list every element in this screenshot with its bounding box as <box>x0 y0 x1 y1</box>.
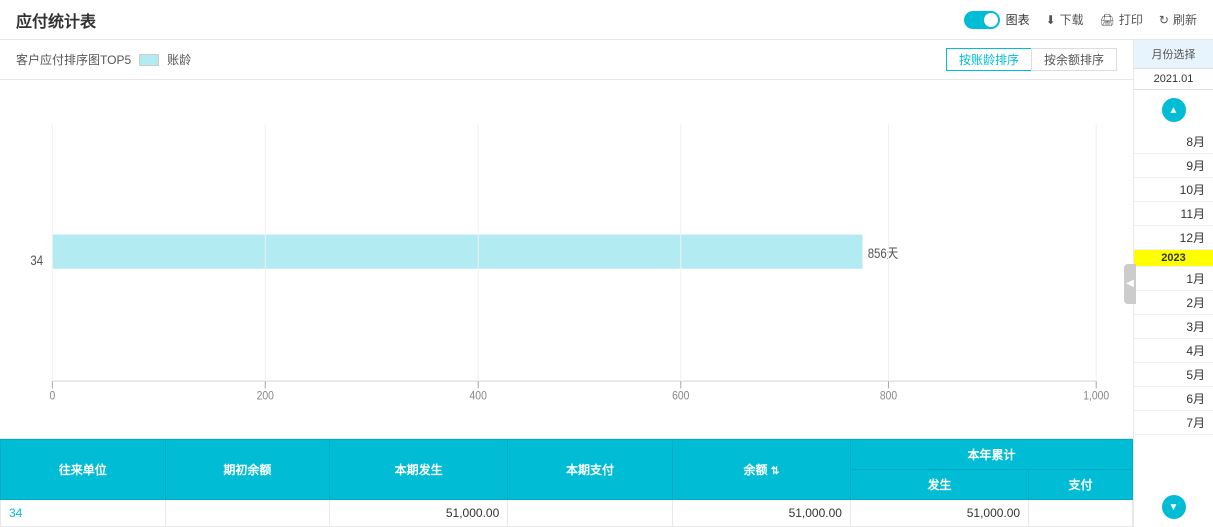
print-button[interactable]: 🖨 打印 <box>1100 11 1143 28</box>
sidebar-title: 月份选择 <box>1134 40 1213 69</box>
sort-by-age-button[interactable]: 按账龄排序 <box>946 48 1031 71</box>
main-content: 客户应付排序图TOP5 账龄 按账龄排序 按余额排序 34 856天 <box>0 40 1213 527</box>
page-title: 应付统计表 <box>16 8 96 32</box>
sidebar-item-jun[interactable]: 6月 <box>1134 387 1213 411</box>
cell-ytd-pay <box>1029 500 1133 527</box>
col-balance-header: 余额 ⇅ <box>672 440 850 500</box>
legend-text: 客户应付排序图TOP5 <box>16 51 131 68</box>
chart-area: 客户应付排序图TOP5 账龄 按账龄排序 按余额排序 34 856天 <box>0 40 1133 527</box>
sidebar-current-date: 2021.01 <box>1134 69 1213 90</box>
chart-wrapper: 34 856天 0 200 400 600 <box>0 80 1133 438</box>
chart-svg: 34 856天 0 200 400 600 <box>16 88 1117 430</box>
sidebar-item-oct[interactable]: 10月 <box>1134 178 1213 202</box>
sidebar-scroll-down-button[interactable]: ▼ <box>1162 495 1186 519</box>
sidebar-item-may[interactable]: 5月 <box>1134 363 1213 387</box>
table-area: 往来单位 期初余额 本期发生 本期支付 余额 ⇅ 本年累计 发生 <box>0 438 1133 527</box>
svg-text:856天: 856天 <box>868 246 899 261</box>
sidebar-scroll-up-button[interactable]: ▲ <box>1162 98 1186 122</box>
sidebar-year-2023: 2023 <box>1134 250 1213 267</box>
svg-text:200: 200 <box>257 390 274 403</box>
sidebar-item-feb[interactable]: 2月 <box>1134 291 1213 315</box>
download-button[interactable]: ⬇ 下载 <box>1046 11 1084 28</box>
cell-balance: 51,000.00 <box>672 500 850 527</box>
svg-text:800: 800 <box>880 390 897 403</box>
cell-opening <box>165 500 330 527</box>
svg-text:400: 400 <box>470 390 487 403</box>
sidebar-item-mar[interactable]: 3月 <box>1134 315 1213 339</box>
col-ytd-parent-header: 本年累计 <box>850 440 1132 470</box>
download-label: 下载 <box>1060 11 1084 28</box>
print-label: 打印 <box>1119 11 1143 28</box>
sidebar-collapse-button[interactable]: ◀ <box>1124 264 1136 304</box>
col-ytd-occur-header: 发生 <box>850 470 1028 500</box>
chart-header: 客户应付排序图TOP5 账龄 按账龄排序 按余额排序 <box>0 40 1133 80</box>
col-unit-header: 往来单位 <box>1 440 166 500</box>
print-icon: 🖨 <box>1100 13 1115 27</box>
data-table: 往来单位 期初余额 本期发生 本期支付 余额 ⇅ 本年累计 发生 <box>0 439 1133 527</box>
legend-label: 账龄 <box>167 51 191 68</box>
header: 应付统计表 图表 ⬇ 下载 🖨 打印 ↻ 刷新 <box>0 0 1213 40</box>
col-opening-header: 期初余额 <box>165 440 330 500</box>
unit-link[interactable]: 34 <box>9 506 22 520</box>
cell-pay <box>508 500 673 527</box>
refresh-button[interactable]: ↻ 刷新 <box>1159 11 1197 28</box>
col-occur-header: 本期发生 <box>330 440 508 500</box>
sidebar: ◀ 月份选择 2021.01 ▲ 8月 9月 10月 11月 12月 2023 … <box>1133 40 1213 527</box>
sidebar-item-nov[interactable]: 11月 <box>1134 202 1213 226</box>
cell-ytd-occur: 51,000.00 <box>850 500 1028 527</box>
refresh-icon: ↻ <box>1159 13 1169 27</box>
col-ytd-pay-header: 支付 <box>1029 470 1133 500</box>
chart-toggle-label: 图表 <box>1006 11 1030 28</box>
download-icon: ⬇ <box>1046 13 1056 27</box>
sort-by-amount-button[interactable]: 按余额排序 <box>1031 48 1117 71</box>
col-pay-header: 本期支付 <box>508 440 673 500</box>
sidebar-item-sep[interactable]: 9月 <box>1134 154 1213 178</box>
app-container: 应付统计表 图表 ⬇ 下载 🖨 打印 ↻ 刷新 <box>0 0 1213 527</box>
sidebar-item-aug[interactable]: 8月 <box>1134 130 1213 154</box>
header-actions: 图表 ⬇ 下载 🖨 打印 ↻ 刷新 <box>964 11 1197 29</box>
sort-icon: ⇅ <box>771 466 779 477</box>
cell-unit: 34 <box>1 500 166 527</box>
svg-text:0: 0 <box>49 390 55 403</box>
table-row: 34 51,000.00 51,000.00 51,000.00 <box>1 500 1133 527</box>
legend-box <box>139 54 159 66</box>
sidebar-item-jan[interactable]: 1月 <box>1134 267 1213 291</box>
chart-toggle-wrap: 图表 <box>964 11 1030 29</box>
chart-legend: 客户应付排序图TOP5 账龄 <box>16 51 191 68</box>
svg-text:34: 34 <box>30 253 43 268</box>
refresh-label: 刷新 <box>1173 11 1197 28</box>
chart-sort: 按账龄排序 按余额排序 <box>946 48 1117 71</box>
sidebar-months: 8月 9月 10月 11月 12月 2023 1月 2月 3月 4月 5月 6月… <box>1134 130 1213 487</box>
chart-toggle[interactable] <box>964 11 1000 29</box>
svg-text:600: 600 <box>672 390 689 403</box>
sidebar-item-jul[interactable]: 7月 <box>1134 411 1213 435</box>
cell-occur: 51,000.00 <box>330 500 508 527</box>
svg-text:1,000: 1,000 <box>1083 390 1109 403</box>
sidebar-item-dec[interactable]: 12月 <box>1134 226 1213 250</box>
sidebar-item-apr[interactable]: 4月 <box>1134 339 1213 363</box>
